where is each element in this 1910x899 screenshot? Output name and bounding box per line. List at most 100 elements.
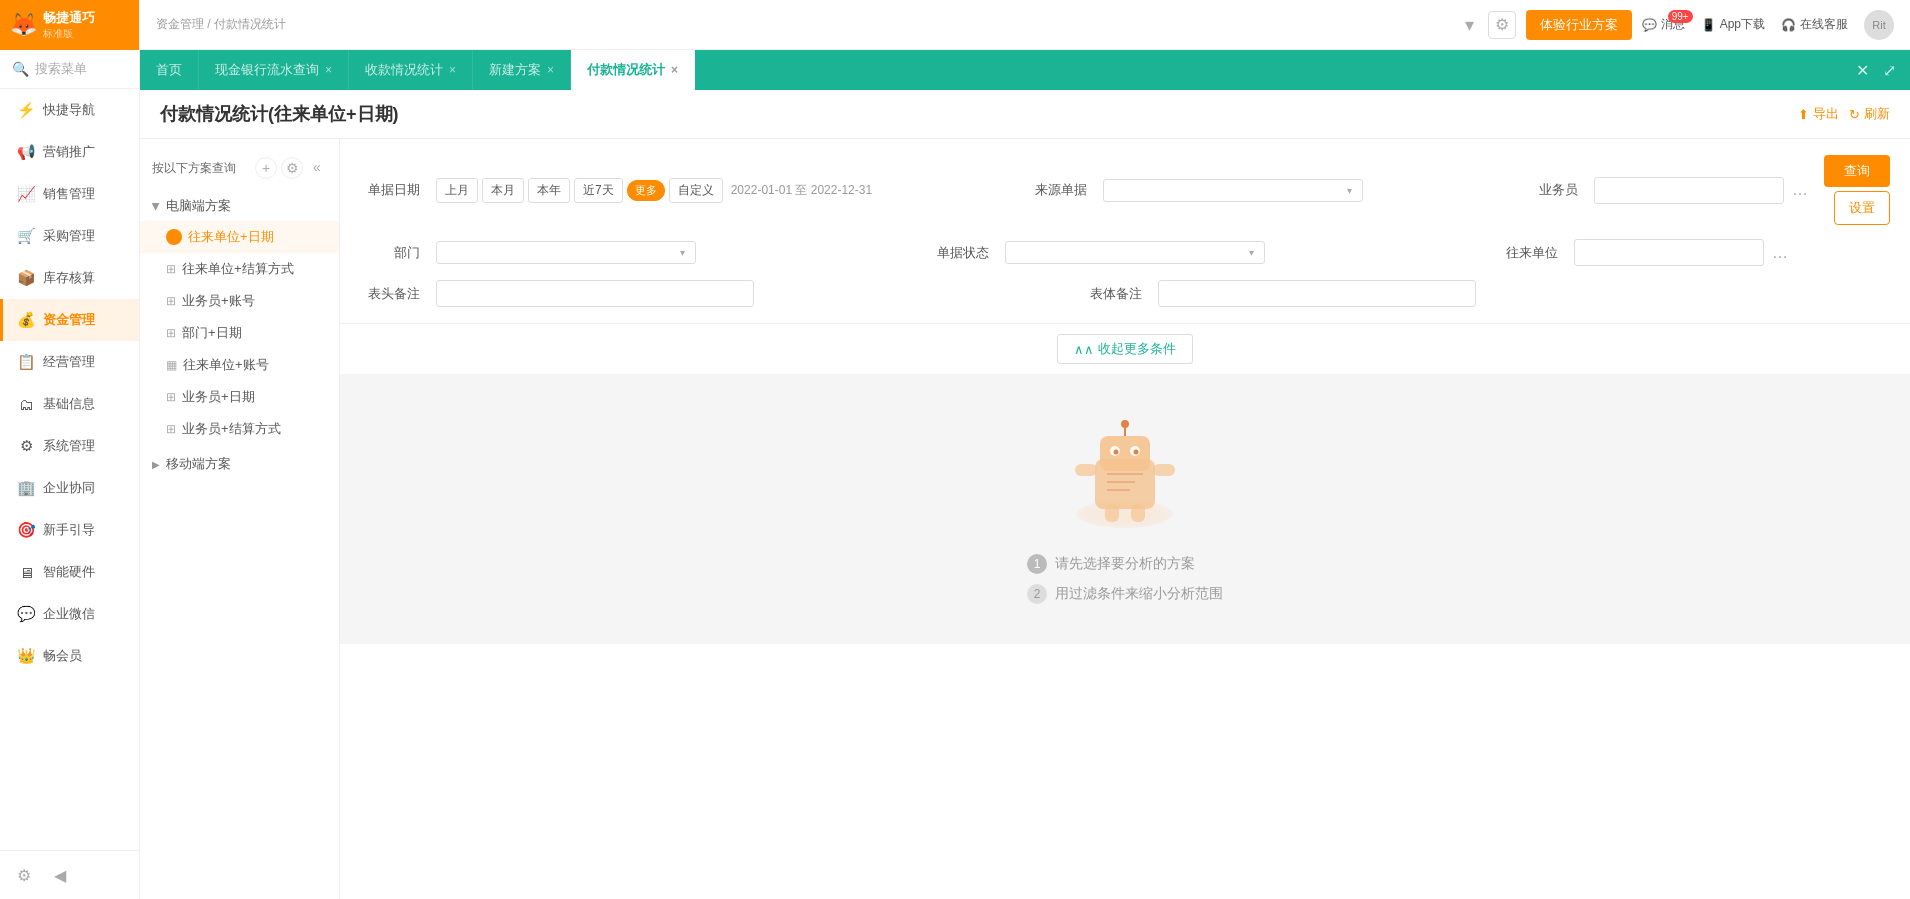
enterprise-icon: 🏢: [17, 479, 35, 497]
topbar-message-btn[interactable]: 💬 消息 99+: [1642, 16, 1685, 33]
date-btn-this-month[interactable]: 本月: [482, 178, 524, 203]
collapse-icon: «: [313, 159, 321, 175]
scheme-item-partner-date[interactable]: 往来单位+日期: [140, 221, 339, 253]
panel-collapse-btn[interactable]: «: [307, 157, 327, 177]
scheme-item-partner-account[interactable]: ▦ 往来单位+账号: [140, 349, 339, 381]
tab-bank-flow-close[interactable]: ×: [325, 63, 332, 77]
sidebar-item-label: 快捷导航: [43, 101, 95, 119]
scheme-group-desktop-title[interactable]: ▶ 电脑端方案: [140, 191, 339, 221]
active-dot-icon: [166, 229, 182, 245]
scheme-item-partner-settlement[interactable]: ⊞ 往来单位+结算方式: [140, 253, 339, 285]
system-icon: ⚙: [17, 437, 35, 455]
filter-row-2: 部门 ▾ 单据状态 ▾ 往来单位 …: [360, 239, 1890, 266]
sidebar-collapse-btn[interactable]: ◀: [46, 861, 74, 889]
tab-home[interactable]: 首页: [140, 50, 199, 90]
main-area: 资金管理 / 付款情况统计 ▾ ⚙ 体验行业方案 💬 消息 99+ 📱 App下…: [140, 0, 1910, 899]
date-btn-more[interactable]: 更多: [627, 180, 665, 201]
tab-bank-flow[interactable]: 现金银行流水查询 ×: [199, 50, 349, 90]
sidebar-item-sales[interactable]: 📈 销售管理: [0, 173, 139, 215]
sidebar-item-wechat[interactable]: 💬 企业微信: [0, 593, 139, 635]
sidebar-settings-btn[interactable]: ⚙: [10, 861, 38, 889]
date-range-text: 2022-01-01 至 2022-12-31: [731, 182, 872, 199]
chevron-down-icon: ▾: [1347, 185, 1352, 196]
topbar-avatar[interactable]: Rit: [1864, 10, 1894, 40]
chevron-up-icon: ∧∧: [1074, 342, 1094, 357]
tab-new-scheme-close[interactable]: ×: [547, 63, 554, 77]
date-btn-last-month[interactable]: 上月: [436, 178, 478, 203]
refresh-icon: ↻: [1849, 107, 1860, 122]
partner-input[interactable]: [1574, 239, 1764, 266]
sidebar-item-enterprise[interactable]: 🏢 企业协同: [0, 467, 139, 509]
funds-icon: 💰: [17, 311, 35, 329]
tab-expand-btn[interactable]: ⤢: [1879, 57, 1900, 84]
tab-bank-flow-label: 现金银行流水查询: [215, 61, 319, 79]
tab-new-scheme-label: 新建方案: [489, 61, 541, 79]
refresh-btn[interactable]: ↻ 刷新: [1849, 105, 1890, 123]
head-note-label: 表头备注: [360, 285, 420, 303]
app-label: App下载: [1720, 16, 1765, 33]
scheme-item-staff-date[interactable]: ⊞ 业务员+日期: [140, 381, 339, 413]
empty-state: 1 请先选择要分析的方案 2 用过滤条件来缩小分析范围: [340, 374, 1910, 644]
bar-chart-icon: ▦: [166, 358, 177, 372]
sidebar-item-smart-hw[interactable]: 🖥 智能硬件: [0, 551, 139, 593]
operations-icon: 📋: [17, 353, 35, 371]
grid-icon: ⊞: [166, 262, 176, 276]
body-note-input[interactable]: [1158, 280, 1476, 307]
scheme-item-dept-date[interactable]: ⊞ 部门+日期: [140, 317, 339, 349]
tab-collection[interactable]: 收款情况统计 ×: [349, 50, 473, 90]
scheme-group-mobile-label: 移动端方案: [166, 455, 231, 473]
sidebar-item-member[interactable]: 👑 畅会员: [0, 635, 139, 677]
scheme-item-staff-settlement[interactable]: ⊞ 业务员+结算方式: [140, 413, 339, 445]
collapse-conditions-btn[interactable]: ∧∧ 收起更多条件: [1057, 334, 1193, 364]
chevron-down-icon: ▶: [151, 202, 162, 210]
sidebar-item-marketing[interactable]: 📢 营销推广: [0, 131, 139, 173]
quick-nav-icon: ⚡: [17, 101, 35, 119]
staff-input[interactable]: [1594, 177, 1784, 204]
scheme-item-label: 业务员+结算方式: [182, 420, 281, 438]
filter-settings-btn[interactable]: 设置: [1834, 191, 1890, 225]
date-btn-7days[interactable]: 近7天: [574, 178, 623, 203]
source-select[interactable]: ▾: [1103, 179, 1363, 202]
tip-num-1: 1: [1027, 554, 1047, 574]
grid-icon: ⊞: [166, 422, 176, 436]
try-industry-btn[interactable]: 体验行业方案: [1526, 10, 1632, 40]
export-btn[interactable]: ⬆ 导出: [1798, 105, 1839, 123]
sidebar-item-basic-info[interactable]: 🗂 基础信息: [0, 383, 139, 425]
query-btn[interactable]: 查询: [1824, 155, 1890, 187]
tab-collection-close[interactable]: ×: [449, 63, 456, 77]
date-btn-this-year[interactable]: 本年: [528, 178, 570, 203]
topbar-settings-btn[interactable]: ⚙: [1488, 11, 1516, 39]
topbar-dropdown-icon[interactable]: ▾: [1465, 14, 1474, 36]
search-icon: 🔍: [12, 61, 29, 77]
page-header: 付款情况统计(往来单位+日期) ⬆ 导出 ↻ 刷新: [140, 90, 1910, 139]
sidebar-item-purchase[interactable]: 🛒 采购管理: [0, 215, 139, 257]
sidebar-item-inventory[interactable]: 📦 库存核算: [0, 257, 139, 299]
page-header-actions: ⬆ 导出 ↻ 刷新: [1798, 105, 1890, 123]
tab-close-all-btn[interactable]: ✕: [1852, 57, 1873, 84]
empty-tips: 1 请先选择要分析的方案 2 用过滤条件来缩小分析范围: [1027, 554, 1223, 604]
dept-select[interactable]: ▾: [436, 241, 696, 264]
doc-status-label: 单据状态: [929, 244, 989, 262]
sidebar-item-guide[interactable]: 🎯 新手引导: [0, 509, 139, 551]
tab-new-scheme[interactable]: 新建方案 ×: [473, 50, 571, 90]
scheme-group-mobile-title[interactable]: ▶ 移动端方案: [140, 449, 339, 479]
topbar-app-btn[interactable]: 📱 App下载: [1701, 16, 1765, 33]
tab-payment-stats[interactable]: 付款情况统计 ×: [571, 50, 695, 90]
sidebar-item-system[interactable]: ⚙ 系统管理: [0, 425, 139, 467]
date-btn-custom[interactable]: 自定义: [669, 178, 723, 203]
staff-dots-btn[interactable]: …: [1792, 181, 1808, 199]
panel-settings-btn[interactable]: ⚙: [281, 157, 303, 179]
panel-add-btn[interactable]: +: [255, 157, 277, 179]
tab-payment-stats-close[interactable]: ×: [671, 63, 678, 77]
sidebar-item-funds[interactable]: 💰 资金管理: [0, 299, 139, 341]
sidebar-search[interactable]: 🔍 搜索菜单: [0, 50, 139, 89]
sidebar-item-quick-nav[interactable]: ⚡ 快捷导航: [0, 89, 139, 131]
sidebar-item-operations[interactable]: 📋 经营管理: [0, 341, 139, 383]
topbar-service-btn[interactable]: 🎧 在线客服: [1781, 16, 1848, 33]
refresh-label: 刷新: [1864, 105, 1890, 123]
scheme-item-staff-account[interactable]: ⊞ 业务员+账号: [140, 285, 339, 317]
doc-status-select[interactable]: ▾: [1005, 241, 1265, 264]
head-note-input[interactable]: [436, 280, 754, 307]
svg-point-5: [1114, 450, 1119, 455]
partner-dots-btn[interactable]: …: [1772, 244, 1788, 262]
